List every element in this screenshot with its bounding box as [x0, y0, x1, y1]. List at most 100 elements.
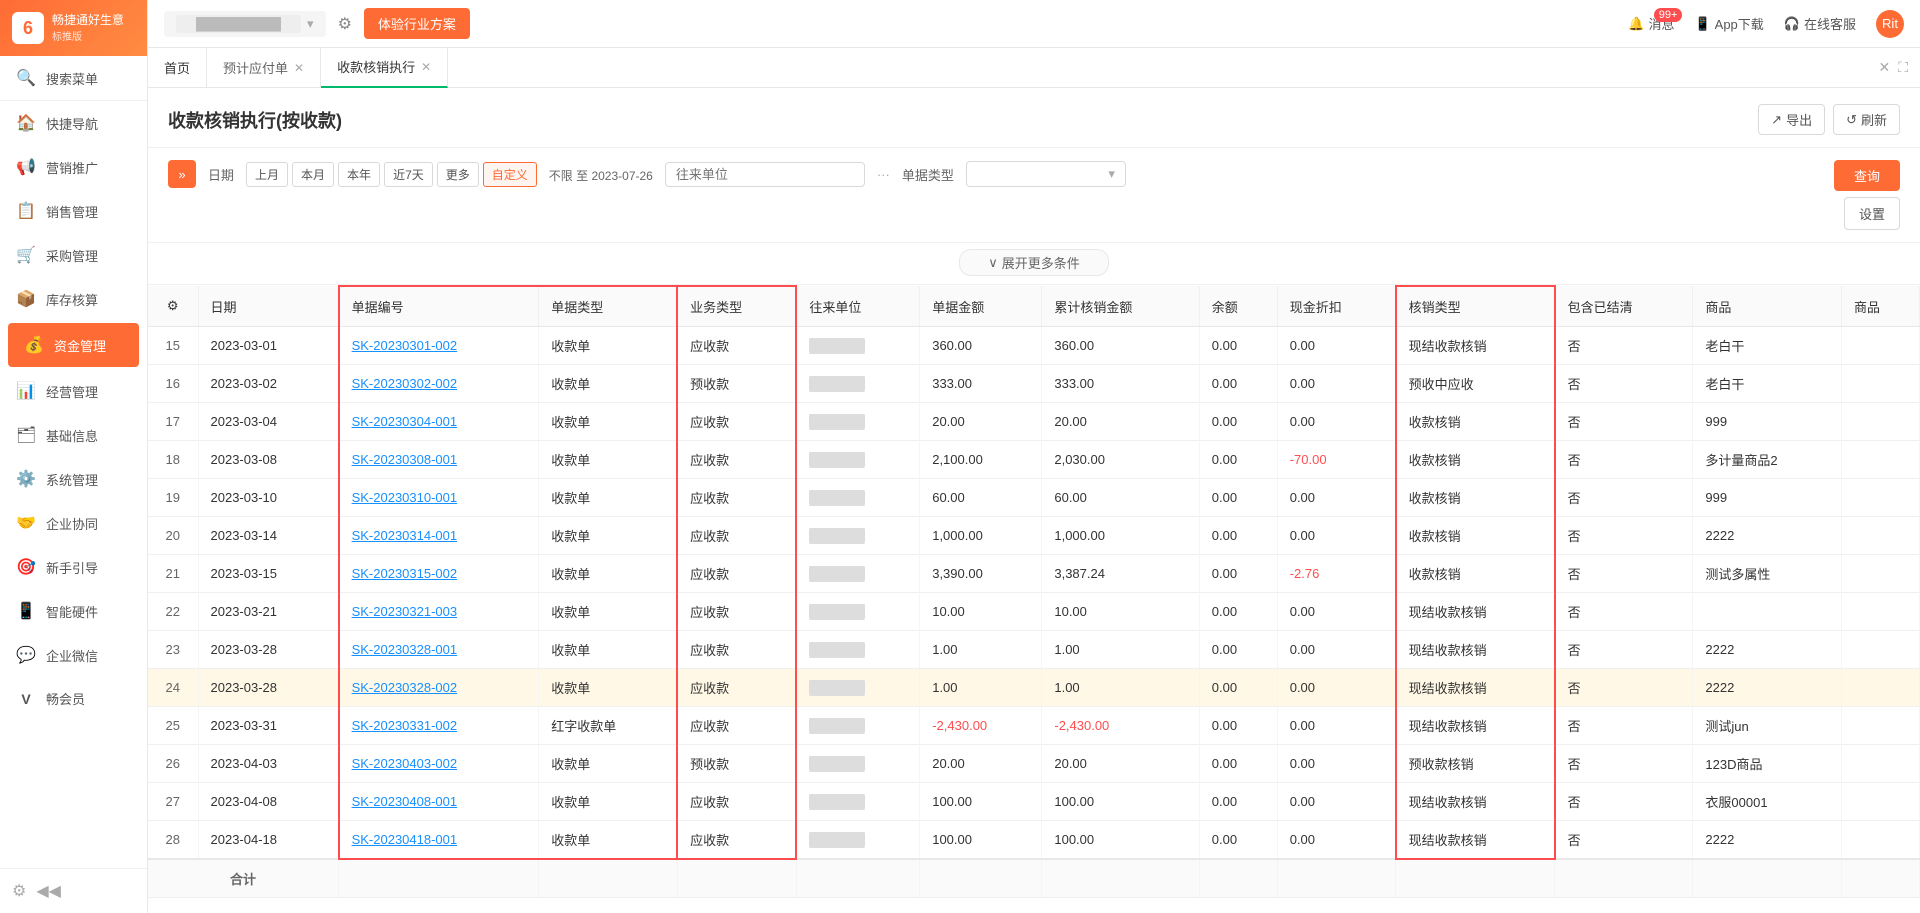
hardware-icon: 📱 — [16, 601, 36, 621]
row-bill-no: SK-20230302-002 — [339, 365, 539, 403]
bill-no-link[interactable]: SK-20230328-002 — [352, 680, 458, 695]
row-unit: ██████ — [796, 669, 919, 707]
tab-writeoff[interactable]: 收款核销执行 ✕ — [321, 48, 448, 88]
col-biz-type[interactable]: 业务类型 — [677, 286, 796, 327]
bill-no-link[interactable]: SK-20230321-003 — [352, 604, 458, 619]
export-label: 导出 — [1786, 110, 1812, 129]
row-biz-type: 应收款 — [677, 479, 796, 517]
sidebar-item-finance[interactable]: 💰 资金管理 — [8, 323, 139, 367]
table-row: 18 2023-03-08 SK-20230308-001 收款单 应收款 ██… — [148, 441, 1920, 479]
type-select[interactable]: ▾ — [966, 161, 1126, 187]
maximize-icon[interactable]: ⛶ — [1898, 59, 1908, 76]
col-date[interactable]: 日期 — [198, 286, 339, 327]
tab-close-receivable[interactable]: ✕ — [294, 61, 304, 75]
filter-bar: » 日期 上月 本月 本年 近7天 更多 自定义 不限 至 2023-07-26 — [148, 148, 1920, 243]
bill-no-link[interactable]: SK-20230315-002 — [352, 566, 458, 581]
unit-input[interactable] — [665, 162, 865, 187]
sidebar-item-guide[interactable]: 🎯 新手引导 — [0, 545, 147, 589]
row-writeoff-type: 预收款核销 — [1396, 745, 1555, 783]
row-bill-type: 收款单 — [539, 517, 677, 555]
row-discount: 0.00 — [1277, 517, 1395, 555]
col-discount[interactable]: 现金折扣 — [1277, 286, 1395, 327]
date-last-month[interactable]: 上月 — [246, 162, 288, 187]
settings-small-button[interactable]: 设置 — [1844, 197, 1900, 230]
row-biz-type: 应收款 — [677, 441, 796, 479]
collapse-icon[interactable]: ◀◀ — [36, 881, 61, 901]
date-this-month[interactable]: 本月 — [292, 162, 334, 187]
table-row: 25 2023-03-31 SK-20230331-002 红字收款单 应收款 … — [148, 707, 1920, 745]
bill-no-link[interactable]: SK-20230408-001 — [352, 794, 458, 809]
row-unit: ██████ — [796, 631, 919, 669]
app-download-btn[interactable]: 📱 App下载 — [1694, 14, 1763, 33]
col-writeoff-amount[interactable]: 累计核销金额 — [1042, 286, 1199, 327]
sidebar-item-shortcuts[interactable]: 🏠 快捷导航 — [0, 101, 147, 145]
bill-no-link[interactable]: SK-20230301-002 — [352, 338, 458, 353]
row-balance: 0.00 — [1199, 517, 1277, 555]
col-bill-type[interactable]: 单据类型 — [539, 286, 677, 327]
tab-receivable[interactable]: 预计应付单 ✕ — [207, 48, 321, 88]
sidebar-item-marketing[interactable]: 📢 营销推广 — [0, 145, 147, 189]
bill-no-link[interactable]: SK-20230418-001 — [352, 832, 458, 847]
col-product[interactable]: 商品 — [1693, 286, 1842, 327]
col-bill-no[interactable]: 单据编号 — [339, 286, 539, 327]
sidebar-item-hardware[interactable]: 📱 智能硬件 — [0, 589, 147, 633]
row-discount: -2.76 — [1277, 555, 1395, 593]
date-custom[interactable]: 自定义 — [483, 162, 537, 187]
row-writeoff-amount: 10.00 — [1042, 593, 1199, 631]
filter-expand-button[interactable]: » — [168, 160, 196, 188]
expand-conditions-btn[interactable]: ∨ 展开更多条件 — [959, 249, 1109, 276]
bill-no-link[interactable]: SK-20230314-001 — [352, 528, 458, 543]
col-balance[interactable]: 余额 — [1199, 286, 1277, 327]
messages-btn[interactable]: 🔔 消息 99+ — [1628, 14, 1674, 33]
sidebar-item-member[interactable]: V 畅会员 — [0, 677, 147, 720]
bill-no-link[interactable]: SK-20230304-001 — [352, 414, 458, 429]
date-more[interactable]: 更多 — [437, 162, 479, 187]
col-amount[interactable]: 单据金额 — [920, 286, 1042, 327]
date-this-year[interactable]: 本年 — [338, 162, 380, 187]
settings-gear-icon[interactable]: ⚙ — [338, 14, 352, 34]
col-gear[interactable]: ⚙ — [148, 286, 198, 327]
row-include-settled: 否 — [1555, 783, 1693, 821]
col-unit[interactable]: 往来单位 — [796, 286, 919, 327]
sidebar-item-purchase[interactable]: 🛒 采购管理 — [0, 233, 147, 277]
row-product2 — [1841, 821, 1919, 860]
col-product2[interactable]: 商品 — [1841, 286, 1919, 327]
date-7days[interactable]: 近7天 — [384, 162, 433, 187]
export-button[interactable]: ↗ 导出 — [1758, 104, 1825, 135]
sidebar-item-enterprise[interactable]: 🤝 企业协同 — [0, 501, 147, 545]
sidebar-item-inventory[interactable]: 📦 库存核算 — [0, 277, 147, 321]
row-unit: ██████ — [796, 707, 919, 745]
tab-home[interactable]: 首页 — [148, 48, 207, 88]
breadcrumb-selector[interactable]: ██████████ ▾ — [164, 11, 326, 37]
tab-close-writeoff[interactable]: ✕ — [421, 60, 431, 74]
bill-no-link[interactable]: SK-20230403-002 — [352, 756, 458, 771]
industry-button[interactable]: 体验行业方案 — [364, 8, 470, 39]
col-writeoff-type[interactable]: 核销类型 — [1396, 286, 1555, 327]
bill-no-link[interactable]: SK-20230328-001 — [352, 642, 458, 657]
user-avatar[interactable]: Rit — [1876, 10, 1904, 38]
row-bill-no: SK-20230331-002 — [339, 707, 539, 745]
sidebar-nav: 🔍 搜索菜单 🏠 快捷导航 📢 营销推广 📋 销售管理 🛒 采购管理 📦 库存核… — [0, 56, 147, 868]
refresh-button[interactable]: ↺ 刷新 — [1833, 104, 1900, 135]
bill-no-link[interactable]: SK-20230302-002 — [352, 376, 458, 391]
bill-no-link[interactable]: SK-20230310-001 — [352, 490, 458, 505]
sidebar-item-operations[interactable]: 📊 经营管理 — [0, 369, 147, 413]
row-discount: 0.00 — [1277, 365, 1395, 403]
col-include-settled[interactable]: 包含已结清 — [1555, 286, 1693, 327]
online-support-btn[interactable]: 🎧 在线客服 — [1784, 14, 1856, 33]
bill-no-link[interactable]: SK-20230331-002 — [352, 718, 458, 733]
row-include-settled: 否 — [1555, 821, 1693, 860]
sidebar-item-sales[interactable]: 📋 销售管理 — [0, 189, 147, 233]
row-date: 2023-04-08 — [198, 783, 339, 821]
bill-no-link[interactable]: SK-20230308-001 — [352, 452, 458, 467]
system-icon: ⚙️ — [16, 469, 36, 489]
query-button[interactable]: 查询 — [1834, 160, 1900, 191]
row-writeoff-amount: 1.00 — [1042, 669, 1199, 707]
sidebar-item-wechat[interactable]: 💬 企业微信 — [0, 633, 147, 677]
sidebar-item-system[interactable]: ⚙️ 系统管理 — [0, 457, 147, 501]
sidebar-item-basic[interactable]: 🗂 基础信息 — [0, 413, 147, 457]
row-writeoff-type: 现结收款核销 — [1396, 783, 1555, 821]
settings-icon[interactable]: ⚙ — [12, 881, 26, 901]
close-all-icon[interactable]: ✕ — [1878, 59, 1890, 76]
sidebar-item-search[interactable]: 🔍 搜索菜单 — [0, 56, 147, 101]
